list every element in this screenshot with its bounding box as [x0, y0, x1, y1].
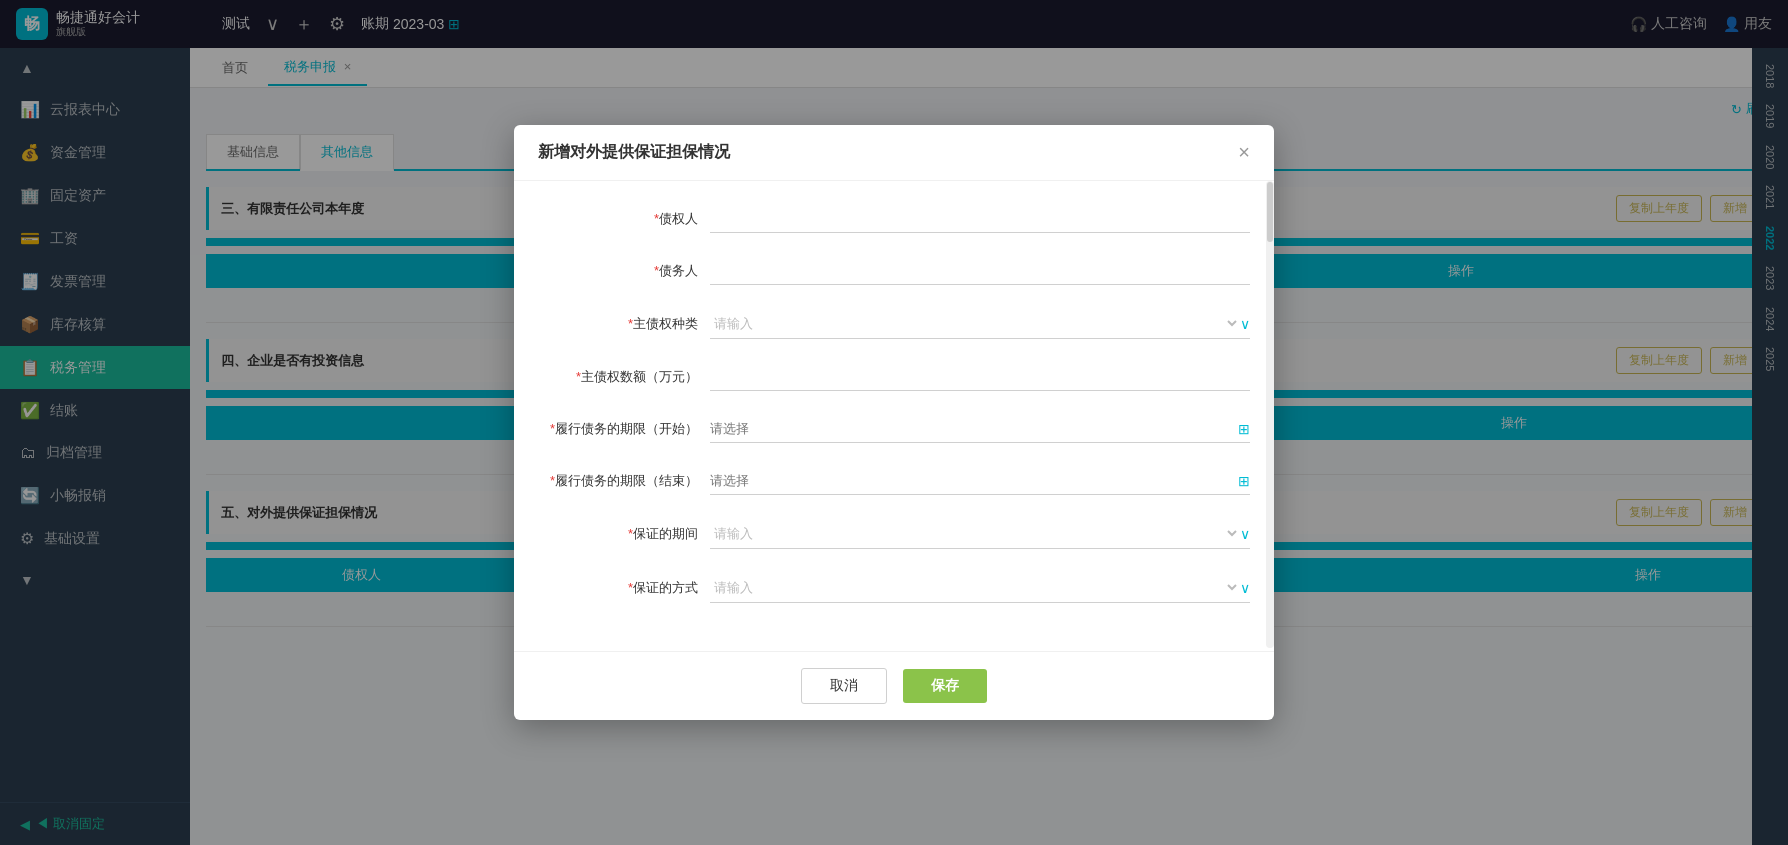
- required-mark: *: [550, 473, 555, 488]
- save-btn[interactable]: 保存: [903, 669, 987, 703]
- select-guarantee-period[interactable]: 请输入: [710, 519, 1240, 548]
- label-debt-amount: *主债权数额（万元）: [538, 368, 698, 386]
- input-creditor[interactable]: [710, 205, 1250, 233]
- required-mark: *: [654, 211, 659, 226]
- cancel-btn[interactable]: 取消: [801, 668, 887, 704]
- calendar-period-start-icon[interactable]: ⊞: [1238, 421, 1250, 437]
- dialog-overlay[interactable]: 新增对外提供保证担保情况 × *债权人 *债务人 *主: [0, 0, 1788, 845]
- form-row-guarantee-method: *保证的方式 请输入 ∨: [538, 573, 1250, 603]
- dialog-title: 新增对外提供保证担保情况: [538, 142, 730, 163]
- required-mark: *: [628, 580, 633, 595]
- label-period-end: *履行债务的期限（结束）: [538, 472, 698, 490]
- select-guarantee-method-wrap: 请输入 ∨: [710, 573, 1250, 603]
- dialog-body: *债权人 *债务人 *主债权种类 请输入: [514, 181, 1274, 651]
- required-mark: *: [628, 526, 633, 541]
- chevron-guarantee-period-icon: ∨: [1240, 526, 1250, 542]
- dialog-close-btn[interactable]: ×: [1238, 141, 1250, 164]
- label-creditor: *债权人: [538, 210, 698, 228]
- input-debtor[interactable]: [710, 257, 1250, 285]
- calendar-period-end-icon[interactable]: ⊞: [1238, 473, 1250, 489]
- input-debt-amount[interactable]: [710, 363, 1250, 391]
- dialog-header: 新增对外提供保证担保情况 ×: [514, 125, 1274, 181]
- input-period-start[interactable]: [710, 415, 1238, 442]
- input-period-end[interactable]: [710, 467, 1238, 494]
- date-period-end-wrap: ⊞: [710, 467, 1250, 495]
- form-row-period-end: *履行债务的期限（结束） ⊞: [538, 467, 1250, 495]
- dialog-scroll-track[interactable]: [1266, 181, 1274, 648]
- dialog-scroll-thumb: [1267, 182, 1273, 242]
- label-debt-type: *主债权种类: [538, 315, 698, 333]
- label-guarantee-period: *保证的期间: [538, 525, 698, 543]
- date-period-start-wrap: ⊞: [710, 415, 1250, 443]
- chevron-guarantee-method-icon: ∨: [1240, 580, 1250, 596]
- label-period-start: *履行债务的期限（开始）: [538, 420, 698, 438]
- form-row-debtor: *债务人: [538, 257, 1250, 285]
- select-debt-type-wrap: 请输入 ∨: [710, 309, 1250, 339]
- form-row-creditor: *债权人: [538, 205, 1250, 233]
- select-debt-type[interactable]: 请输入: [710, 309, 1240, 338]
- dialog-footer: 取消 保存: [514, 651, 1274, 720]
- select-guarantee-period-wrap: 请输入 ∨: [710, 519, 1250, 549]
- required-mark: *: [628, 316, 633, 331]
- form-row-debt-amount: *主债权数额（万元）: [538, 363, 1250, 391]
- label-guarantee-method: *保证的方式: [538, 579, 698, 597]
- label-debtor: *债务人: [538, 262, 698, 280]
- required-mark: *: [654, 263, 659, 278]
- required-mark: *: [576, 369, 581, 384]
- select-guarantee-method[interactable]: 请输入: [710, 573, 1240, 602]
- dialog: 新增对外提供保证担保情况 × *债权人 *债务人 *主: [514, 125, 1274, 720]
- form-row-debt-type: *主债权种类 请输入 ∨: [538, 309, 1250, 339]
- form-row-period-start: *履行债务的期限（开始） ⊞: [538, 415, 1250, 443]
- form-row-guarantee-period: *保证的期间 请输入 ∨: [538, 519, 1250, 549]
- required-mark: *: [550, 421, 555, 436]
- chevron-debt-type-icon: ∨: [1240, 316, 1250, 332]
